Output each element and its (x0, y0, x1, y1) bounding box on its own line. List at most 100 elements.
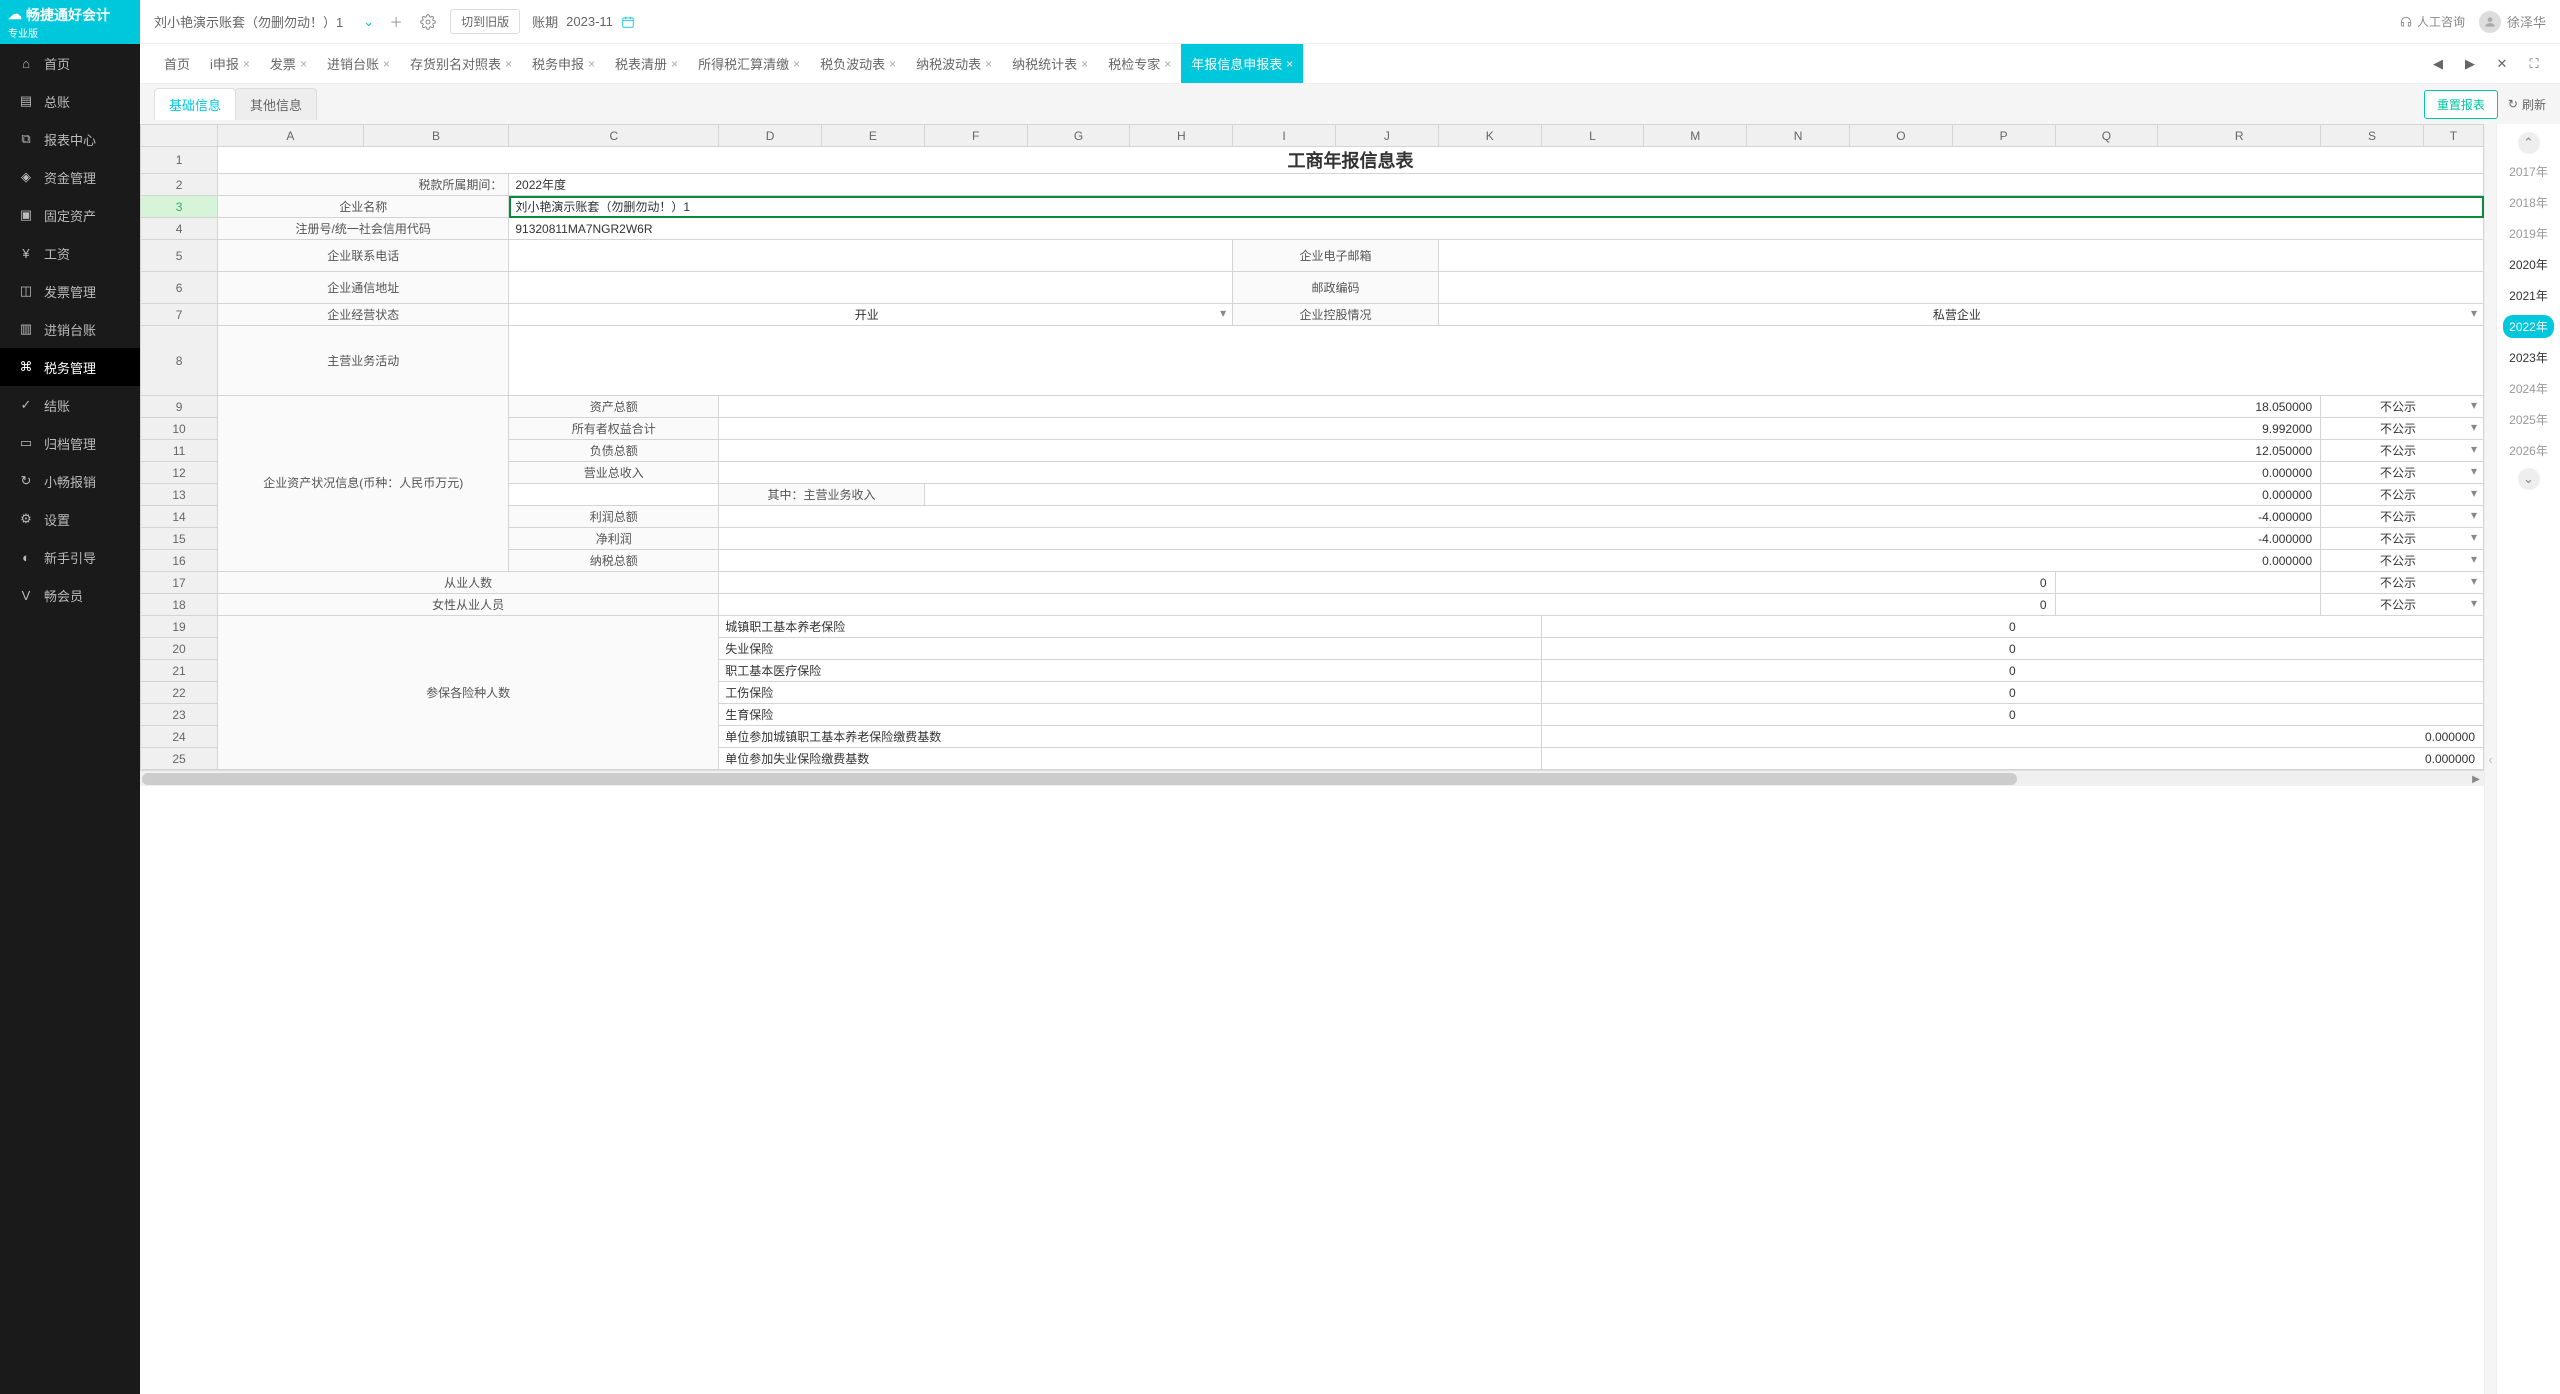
select-all-cell[interactable] (141, 125, 218, 147)
row-number[interactable]: 23 (141, 704, 218, 726)
column-header[interactable]: T (2423, 125, 2483, 147)
sidebar-item[interactable]: ✓结账 (0, 386, 140, 424)
row-number[interactable]: 2 (141, 174, 218, 196)
calendar-icon[interactable] (621, 15, 635, 29)
year-chip[interactable]: 2017年 (2503, 160, 2554, 183)
column-header[interactable]: M (1644, 125, 1747, 147)
column-header[interactable]: F (924, 125, 1027, 147)
year-up-icon[interactable]: ⌃ (2518, 132, 2540, 154)
cell-value[interactable]: 12.050000 (719, 440, 2321, 462)
row-number[interactable]: 12 (141, 462, 218, 484)
close-icon[interactable]: × (300, 57, 307, 71)
cell-value[interactable]: 0 (1541, 704, 2483, 726)
subtab-basic[interactable]: 基础信息 (154, 88, 236, 120)
year-chip[interactable]: 2019年 (2503, 222, 2554, 245)
cell-value[interactable]: -4.000000 (719, 506, 2321, 528)
tab[interactable]: 税负波动表× (810, 44, 906, 83)
spreadsheet[interactable]: ABCDEFGHIJKLMNOPQRST 1工商年报信息表2税款所属期间：202… (140, 124, 2484, 1394)
row-number[interactable]: 6 (141, 272, 218, 304)
row-number[interactable]: 21 (141, 660, 218, 682)
close-icon[interactable]: × (1164, 57, 1171, 71)
row-number[interactable]: 15 (141, 528, 218, 550)
cell-value[interactable]: 9.992000 (719, 418, 2321, 440)
column-header[interactable]: N (1747, 125, 1850, 147)
cell-value[interactable]: 18.050000 (719, 396, 2321, 418)
account-set-selector[interactable]: 刘小艳演示账套（勿删勿动！）1 ⌄ (154, 12, 374, 31)
dropdown-cell[interactable]: 私营企业 (1438, 304, 2483, 326)
dropdown-cell[interactable]: 不公示 (2321, 396, 2484, 418)
close-icon[interactable]: × (243, 57, 250, 71)
fullscreen-icon[interactable]: ⛶ (2522, 52, 2546, 76)
sidebar-item[interactable]: ▤总账 (0, 82, 140, 120)
tab[interactable]: i申报× (200, 44, 260, 83)
cell-value[interactable] (509, 326, 2484, 396)
sidebar-item[interactable]: ◈资金管理 (0, 158, 140, 196)
refresh-button[interactable]: ↻ 刷新 (2508, 96, 2546, 113)
row-number[interactable]: 5 (141, 240, 218, 272)
cell-value[interactable]: 0 (719, 572, 2055, 594)
row-number[interactable]: 11 (141, 440, 218, 462)
column-header[interactable]: J (1336, 125, 1439, 147)
row-number[interactable]: 9 (141, 396, 218, 418)
close-icon[interactable]: × (588, 57, 595, 71)
row-number[interactable]: 25 (141, 748, 218, 770)
sidebar-item[interactable]: V畅会员 (0, 576, 140, 614)
column-header[interactable]: A (218, 125, 364, 147)
column-header[interactable]: P (1952, 125, 2055, 147)
column-header[interactable]: K (1438, 125, 1541, 147)
tab[interactable]: 纳税波动表× (906, 44, 1002, 83)
row-number[interactable]: 10 (141, 418, 218, 440)
cell-value[interactable]: 0.000000 (1541, 726, 2483, 748)
tab[interactable]: 进销台账× (317, 44, 400, 83)
switch-old-version-button[interactable]: 切到旧版 (450, 9, 520, 34)
row-number[interactable]: 17 (141, 572, 218, 594)
row-number[interactable]: 18 (141, 594, 218, 616)
period-value[interactable]: 2023-11 (566, 14, 613, 29)
tabs-close-all-icon[interactable]: ✕ (2490, 52, 2514, 76)
cell-value[interactable] (1438, 272, 2483, 304)
subtab-other[interactable]: 其他信息 (235, 88, 317, 120)
year-chip[interactable]: 2023年 (2503, 346, 2554, 369)
gear-icon[interactable] (418, 12, 438, 32)
sidebar-item[interactable]: ¥工资 (0, 234, 140, 272)
year-chip[interactable]: 2022年 (2503, 315, 2554, 338)
dropdown-cell[interactable]: 不公示 (2321, 594, 2484, 616)
support-hotline[interactable]: 人工咨询 (2399, 13, 2465, 30)
column-header[interactable]: Q (2055, 125, 2158, 147)
column-header[interactable]: D (719, 125, 822, 147)
sidebar-item[interactable]: ⚙设置 (0, 500, 140, 538)
cell-value[interactable]: 0 (1541, 682, 2483, 704)
close-icon[interactable]: × (383, 57, 390, 71)
tabs-next-icon[interactable]: ▶ (2458, 52, 2482, 76)
cell-value[interactable]: 2022年度 (509, 174, 2484, 196)
close-icon[interactable]: × (1286, 57, 1293, 71)
scrollbar-thumb[interactable] (142, 773, 2017, 785)
tab[interactable]: 年报信息申报表× (1181, 44, 1303, 83)
cell-value[interactable]: 91320811MA7NGR2W6R (509, 218, 2484, 240)
logo[interactable]: ☁ 畅捷通好会计 专业版 (0, 0, 140, 44)
year-chip[interactable]: 2021年 (2503, 284, 2554, 307)
close-icon[interactable]: × (505, 57, 512, 71)
close-icon[interactable]: × (889, 57, 896, 71)
user-menu[interactable]: 徐泽华 (2479, 11, 2546, 33)
column-header[interactable]: L (1541, 125, 1644, 147)
add-icon[interactable]: ＋ (386, 12, 406, 32)
close-icon[interactable]: × (671, 57, 678, 71)
year-chip[interactable]: 2018年 (2503, 191, 2554, 214)
sidebar-item[interactable]: ◐新手引导 (0, 538, 140, 576)
year-down-icon[interactable]: ⌄ (2518, 468, 2540, 490)
close-icon[interactable]: × (985, 57, 992, 71)
sidebar-item[interactable]: ⌂首页 (0, 44, 140, 82)
dropdown-cell[interactable]: 不公示 (2321, 572, 2484, 594)
tab[interactable]: 发票× (260, 44, 317, 83)
dropdown-cell[interactable]: 不公示 (2321, 528, 2484, 550)
cell-value[interactable]: 0 (1541, 638, 2483, 660)
cell-value[interactable]: -4.000000 (719, 528, 2321, 550)
column-header[interactable]: E (822, 125, 925, 147)
row-number[interactable]: 3 (141, 196, 218, 218)
year-chip[interactable]: 2020年 (2503, 253, 2554, 276)
cell-value[interactable] (509, 272, 1233, 304)
cell-value[interactable]: 0 (1541, 660, 2483, 682)
row-number[interactable]: 14 (141, 506, 218, 528)
column-header[interactable]: B (363, 125, 509, 147)
